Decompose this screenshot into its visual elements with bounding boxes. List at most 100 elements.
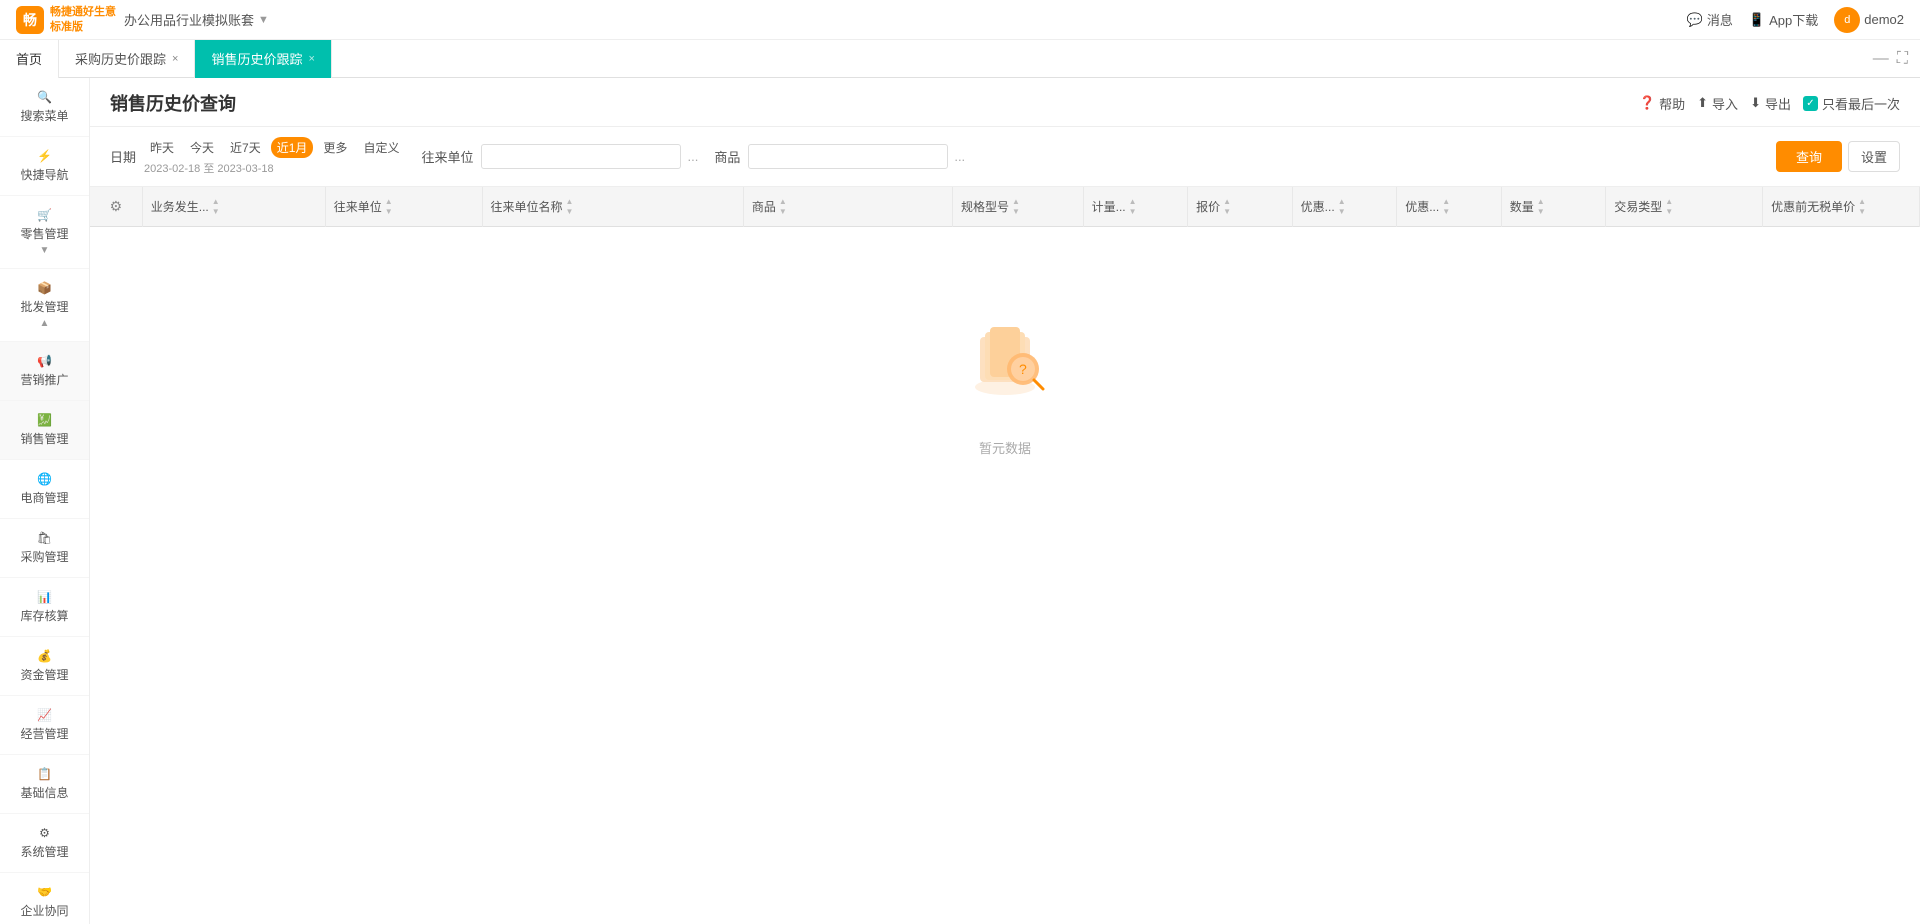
sidebar: 🔍 搜索菜单 ⚡ 快捷导航 🛒 零售管理 ▼ 📦 批发管理 ▲ 📢 营销推广 💹…: [0, 78, 90, 924]
page-title: 销售历史价查询: [110, 90, 236, 116]
tab-sales-close[interactable]: ×: [308, 53, 314, 65]
purchase-icon: 🛍: [37, 531, 52, 545]
company-selector[interactable]: 办公用品行业模拟账套 ▼: [124, 10, 269, 29]
import-btn[interactable]: ⬆ 导入: [1697, 94, 1738, 113]
product-input-dots-btn[interactable]: ...: [954, 149, 965, 164]
avatar: d: [1834, 7, 1860, 33]
sidebar-item-purchase[interactable]: 🛍 采购管理: [0, 519, 89, 578]
query-btn[interactable]: 查询: [1776, 141, 1842, 172]
date-opt-custom[interactable]: 自定义: [357, 137, 405, 158]
sidebar-item-basic[interactable]: 📋 基础信息: [0, 755, 89, 814]
logo-text: 畅捷通好生意 标准版: [50, 5, 116, 34]
tab-sales[interactable]: 销售历史价跟踪 ×: [195, 40, 331, 78]
retail-icon: 🛒: [37, 208, 52, 222]
minimize-btn[interactable]: —: [1873, 50, 1889, 68]
product-input[interactable]: [748, 144, 948, 169]
date-opt-last7[interactable]: 近7天: [224, 137, 267, 158]
enterprise-icon: 🤝: [37, 885, 52, 899]
sidebar-item-finance[interactable]: 💰 资金管理: [0, 637, 89, 696]
product-input-group: ...: [748, 144, 965, 169]
sort-arrows-quote: ▲▼: [1223, 197, 1231, 216]
date-opt-last1m[interactable]: 近1月: [271, 137, 314, 158]
col-settings-header[interactable]: ⚙: [90, 187, 142, 227]
sidebar-item-wholesale[interactable]: 📦 批发管理 ▲: [0, 269, 89, 342]
main-layout: 🔍 搜索菜单 ⚡ 快捷导航 🛒 零售管理 ▼ 📦 批发管理 ▲ 📢 营销推广 💹…: [0, 78, 1920, 924]
table-settings-icon[interactable]: ⚙: [110, 198, 123, 214]
col-business-header[interactable]: 业务发生... ▲▼: [142, 187, 325, 227]
user-profile[interactable]: d demo2: [1834, 7, 1904, 33]
empty-state: ? 暂元数据: [90, 227, 1920, 537]
unit-filter-group: 往来单位 ...: [421, 144, 698, 169]
wholesale-arrow: ▲: [40, 318, 50, 329]
tab-home[interactable]: 首页: [0, 40, 59, 78]
top-bar-right: 💬 消息 📱 App下载 d demo2: [1687, 7, 1904, 33]
sidebar-item-ecom[interactable]: 🌐 电商管理: [0, 460, 89, 519]
wholesale-icon: 📦: [37, 281, 52, 295]
sidebar-item-system[interactable]: ⚙ 系统管理: [0, 814, 89, 873]
date-options-row: 昨天 今天 近7天 近1月 更多 自定义: [144, 137, 405, 158]
col-unit-code-header[interactable]: 往来单位 ▲▼: [325, 187, 482, 227]
messages-btn[interactable]: 💬 消息: [1687, 10, 1733, 29]
unit-input-group: ...: [481, 144, 698, 169]
unit-input[interactable]: [481, 144, 681, 169]
table-container: ⚙ 业务发生... ▲▼ 往来单位 ▲▼: [90, 187, 1920, 924]
help-icon: ❓: [1639, 95, 1655, 111]
sidebar-item-quick[interactable]: ⚡ 快捷导航: [0, 137, 89, 196]
sort-arrows-qty: ▲▼: [1537, 197, 1545, 216]
sidebar-item-search[interactable]: 🔍 搜索菜单: [0, 78, 89, 137]
message-icon: 💬: [1687, 12, 1703, 28]
top-bar-left: 畅 畅捷通好生意 标准版 办公用品行业模拟账套 ▼: [16, 5, 269, 34]
unit-label: 往来单位: [421, 147, 473, 166]
finance-icon: 💰: [37, 649, 52, 663]
app-download-btn[interactable]: 📱 App下载: [1749, 10, 1818, 29]
date-filter-group: 日期 昨天 今天 近7天 近1月 更多 自定义 2023-02-18 至 202…: [110, 137, 405, 176]
help-btn[interactable]: ❓ 帮助: [1639, 94, 1685, 113]
col-trade-header[interactable]: 交易类型 ▲▼: [1606, 187, 1763, 227]
results-table: ⚙ 业务发生... ▲▼ 往来单位 ▲▼: [90, 187, 1920, 227]
company-dropdown-icon: ▼: [258, 14, 269, 26]
col-product-header[interactable]: 商品 ▲▼: [743, 187, 952, 227]
sidebar-item-retail[interactable]: 🛒 零售管理 ▼: [0, 196, 89, 269]
col-discount2-header[interactable]: 优惠... ▲▼: [1397, 187, 1502, 227]
page-title-row: 销售历史价查询 ❓ 帮助 ⬆ 导入 ⬇ 导出 ✓: [110, 90, 1900, 126]
sidebar-item-enterprise[interactable]: 🤝 企业协同: [0, 873, 89, 924]
col-pretax-header[interactable]: 优惠前无税单价 ▲▼: [1763, 187, 1920, 227]
settings-btn[interactable]: 设置: [1848, 141, 1900, 172]
phone-icon: 📱: [1749, 12, 1765, 28]
date-label: 日期: [110, 147, 136, 166]
sidebar-item-sales-mgmt[interactable]: 💹 销售管理: [0, 401, 89, 460]
sort-arrows-spec: ▲▼: [1012, 197, 1020, 216]
page-header-actions: ❓ 帮助 ⬆ 导入 ⬇ 导出 ✓ 只看最后一次: [1639, 94, 1900, 113]
product-filter-group: 商品 ...: [714, 144, 965, 169]
col-discount1-header[interactable]: 优惠... ▲▼: [1292, 187, 1397, 227]
date-opt-more[interactable]: 更多: [317, 137, 353, 158]
marketing-icon: 📢: [37, 354, 52, 368]
page-header: 销售历史价查询 ❓ 帮助 ⬆ 导入 ⬇ 导出 ✓: [90, 78, 1920, 127]
svg-text:?: ?: [1019, 361, 1027, 377]
sort-arrows-pretax: ▲▼: [1858, 197, 1866, 216]
sidebar-item-inventory[interactable]: 📊 库存核算: [0, 578, 89, 637]
date-opt-today[interactable]: 今天: [184, 137, 220, 158]
empty-icon: ?: [955, 307, 1055, 426]
date-opt-yesterday[interactable]: 昨天: [144, 137, 180, 158]
sidebar-item-operations[interactable]: 📈 经营管理: [0, 696, 89, 755]
sidebar-item-marketing[interactable]: 📢 营销推广: [0, 342, 89, 401]
sort-arrows-unit-code: ▲▼: [385, 197, 393, 216]
export-icon: ⬇: [1750, 95, 1761, 111]
fullscreen-btn[interactable]: ⛶: [1897, 50, 1908, 68]
retail-arrow: ▼: [40, 245, 50, 256]
unit-input-dots-btn[interactable]: ...: [687, 149, 698, 164]
tab-purchase-close[interactable]: ×: [172, 53, 178, 65]
col-unit-name-header[interactable]: 往来单位名称 ▲▼: [482, 187, 743, 227]
col-measure-header[interactable]: 计量... ▲▼: [1083, 187, 1188, 227]
date-row: 昨天 今天 近7天 近1月 更多 自定义 2023-02-18 至 2023-0…: [144, 137, 405, 176]
export-btn[interactable]: ⬇ 导出: [1750, 94, 1791, 113]
logo-area: 畅 畅捷通好生意 标准版: [16, 5, 116, 34]
tab-purchase[interactable]: 采购历史价跟踪 ×: [59, 40, 195, 78]
last-only-checkbox-label[interactable]: ✓ 只看最后一次: [1803, 94, 1900, 113]
col-quote-header[interactable]: 报价 ▲▼: [1188, 187, 1293, 227]
sort-arrows-measure: ▲▼: [1129, 197, 1137, 216]
col-spec-header[interactable]: 规格型号 ▲▼: [952, 187, 1083, 227]
checkbox-checked-icon: ✓: [1803, 96, 1818, 111]
col-qty-header[interactable]: 数量 ▲▼: [1501, 187, 1606, 227]
